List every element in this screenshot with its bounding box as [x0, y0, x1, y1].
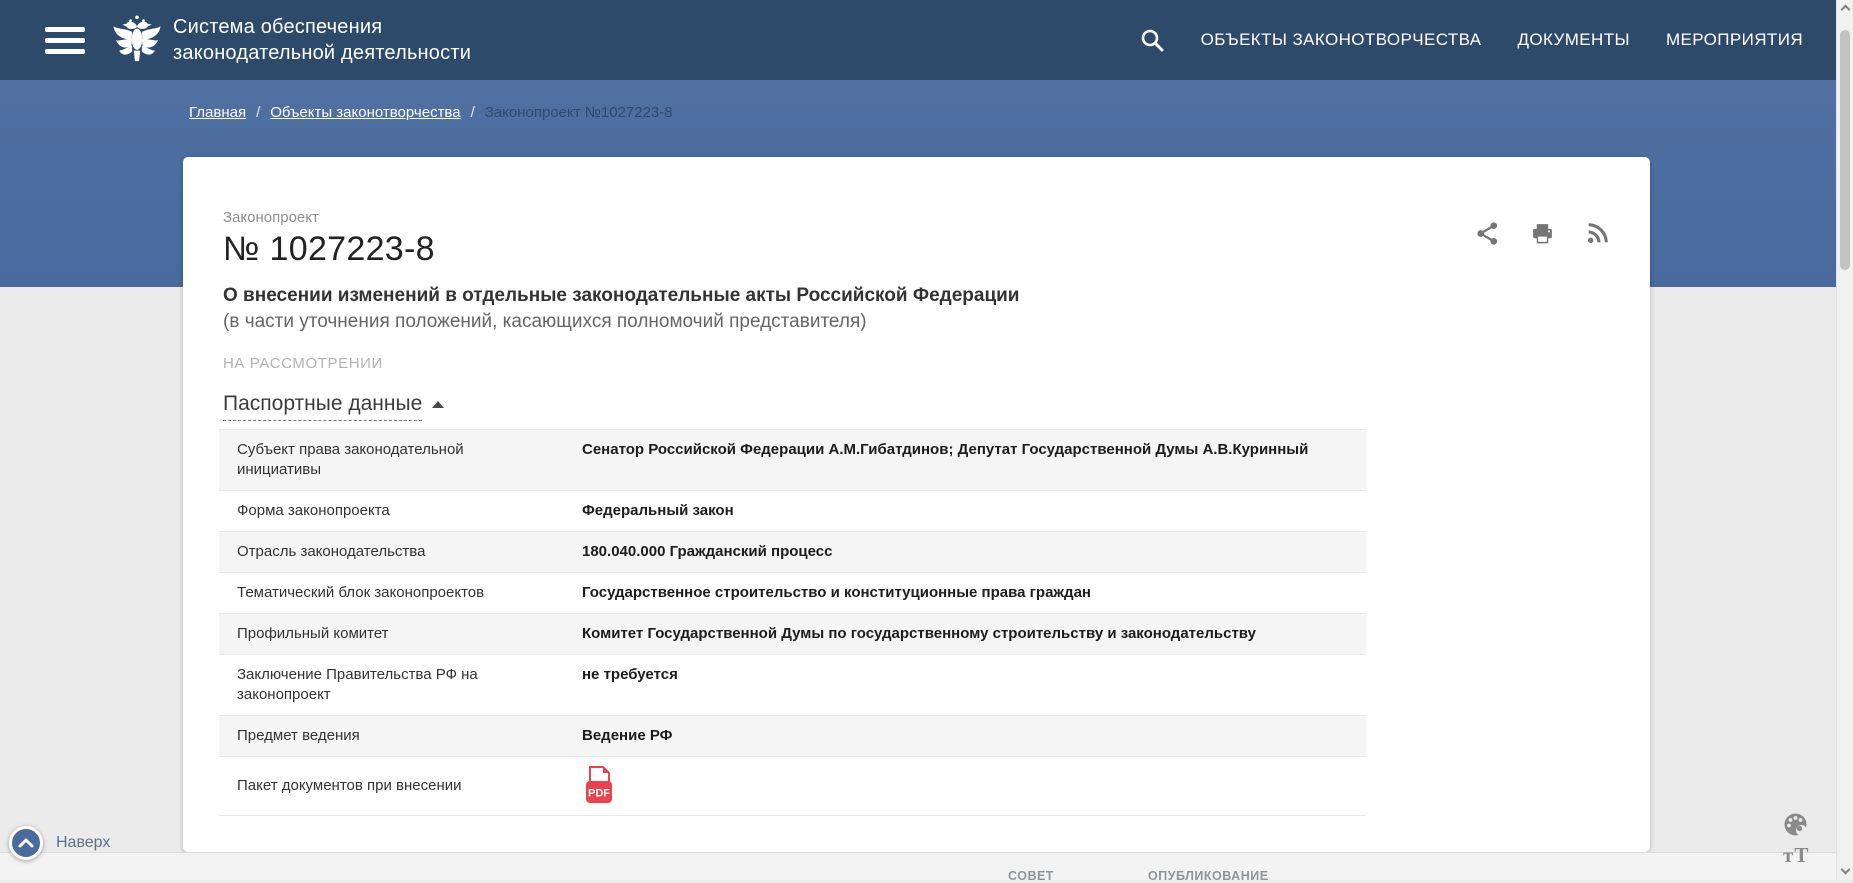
scroll-up-button[interactable] [1837, 0, 1853, 17]
breadcrumb: Главная / Объекты законотворчества / Законоп… [189, 104, 673, 121]
pdf-icon[interactable]: PDF [582, 765, 616, 807]
table-row: Пакет документов при внесении PDF [219, 757, 1366, 816]
back-to-top-label: Наверх [56, 834, 111, 851]
scroll-down-button[interactable] [1837, 863, 1853, 880]
scrollbar-thumb[interactable] [1840, 30, 1850, 270]
page-footer: СОВЕТ ОПУБЛИКОВАНИЕ [0, 852, 1853, 883]
share-icon[interactable] [1475, 221, 1500, 246]
passport-table: Субъект права законодательной инициативы… [219, 429, 1366, 816]
palette-icon[interactable] [1782, 811, 1809, 838]
print-icon[interactable] [1530, 221, 1555, 246]
card-actions [1475, 221, 1610, 246]
table-row: Субъект права законодательной инициативы… [219, 430, 1366, 491]
bill-card: Законопроект № 1027223-8 О внесении изме… [183, 157, 1650, 852]
app-header: Система обеспечения законодательной деят… [0, 0, 1853, 80]
table-row: Тематический блок законопроектов Государ… [219, 573, 1366, 614]
svg-text:PDF: PDF [588, 788, 610, 800]
passport-section-title: Паспортные данные [223, 392, 423, 421]
footer-column-publication: ОПУБЛИКОВАНИЕ [1148, 869, 1269, 883]
chevron-up-icon [18, 838, 34, 848]
breadcrumb-objects[interactable]: Объекты законотворчества [270, 104, 460, 121]
status-badge: НА РАССМОТРЕНИИ [223, 355, 383, 372]
footer-column-council: СОВЕТ [1008, 869, 1054, 883]
bill-type-label: Законопроект [223, 209, 319, 226]
bill-number: № 1027223-8 [223, 230, 435, 268]
table-row: Предмет ведения Ведение РФ [219, 716, 1366, 757]
coat-of-arms-logo [113, 15, 161, 62]
hamburger-menu-icon[interactable] [45, 26, 85, 54]
text-size-icon[interactable]: тТ [1783, 843, 1809, 868]
table-row: Форма законопроекта Федеральный закон [219, 491, 1366, 532]
nav-item-events[interactable]: МЕРОПРИЯТИЯ [1666, 30, 1803, 50]
table-row: Отрасль законодательства 180.040.000 Гра… [219, 532, 1366, 573]
bill-title: О внесении изменений в отдельные законод… [223, 285, 1020, 306]
nav-item-documents[interactable]: ДОКУМЕНТЫ [1518, 30, 1630, 50]
nav-item-objects[interactable]: ОБЪЕКТЫ ЗАКОНОТВОРЧЕСТВА [1201, 30, 1482, 50]
breadcrumb-home[interactable]: Главная [189, 104, 246, 121]
rss-icon[interactable] [1585, 221, 1610, 246]
search-icon[interactable] [1139, 27, 1165, 53]
passport-section-toggle[interactable]: Паспортные данные [223, 392, 445, 421]
breadcrumb-current: Законопроект №1027223-8 [484, 104, 673, 121]
bill-subtitle: (в части уточнения положений, касающихся… [223, 311, 867, 332]
app-title: Система обеспечения законодательной деят… [173, 15, 472, 64]
back-to-top-button[interactable]: Наверх [9, 826, 110, 860]
table-row: Заключение Правительства РФ на законопро… [219, 655, 1366, 716]
table-row: Профильный комитет Комитет Государственн… [219, 614, 1366, 655]
chevron-up-icon [432, 401, 445, 408]
scrollbar[interactable] [1836, 0, 1853, 880]
